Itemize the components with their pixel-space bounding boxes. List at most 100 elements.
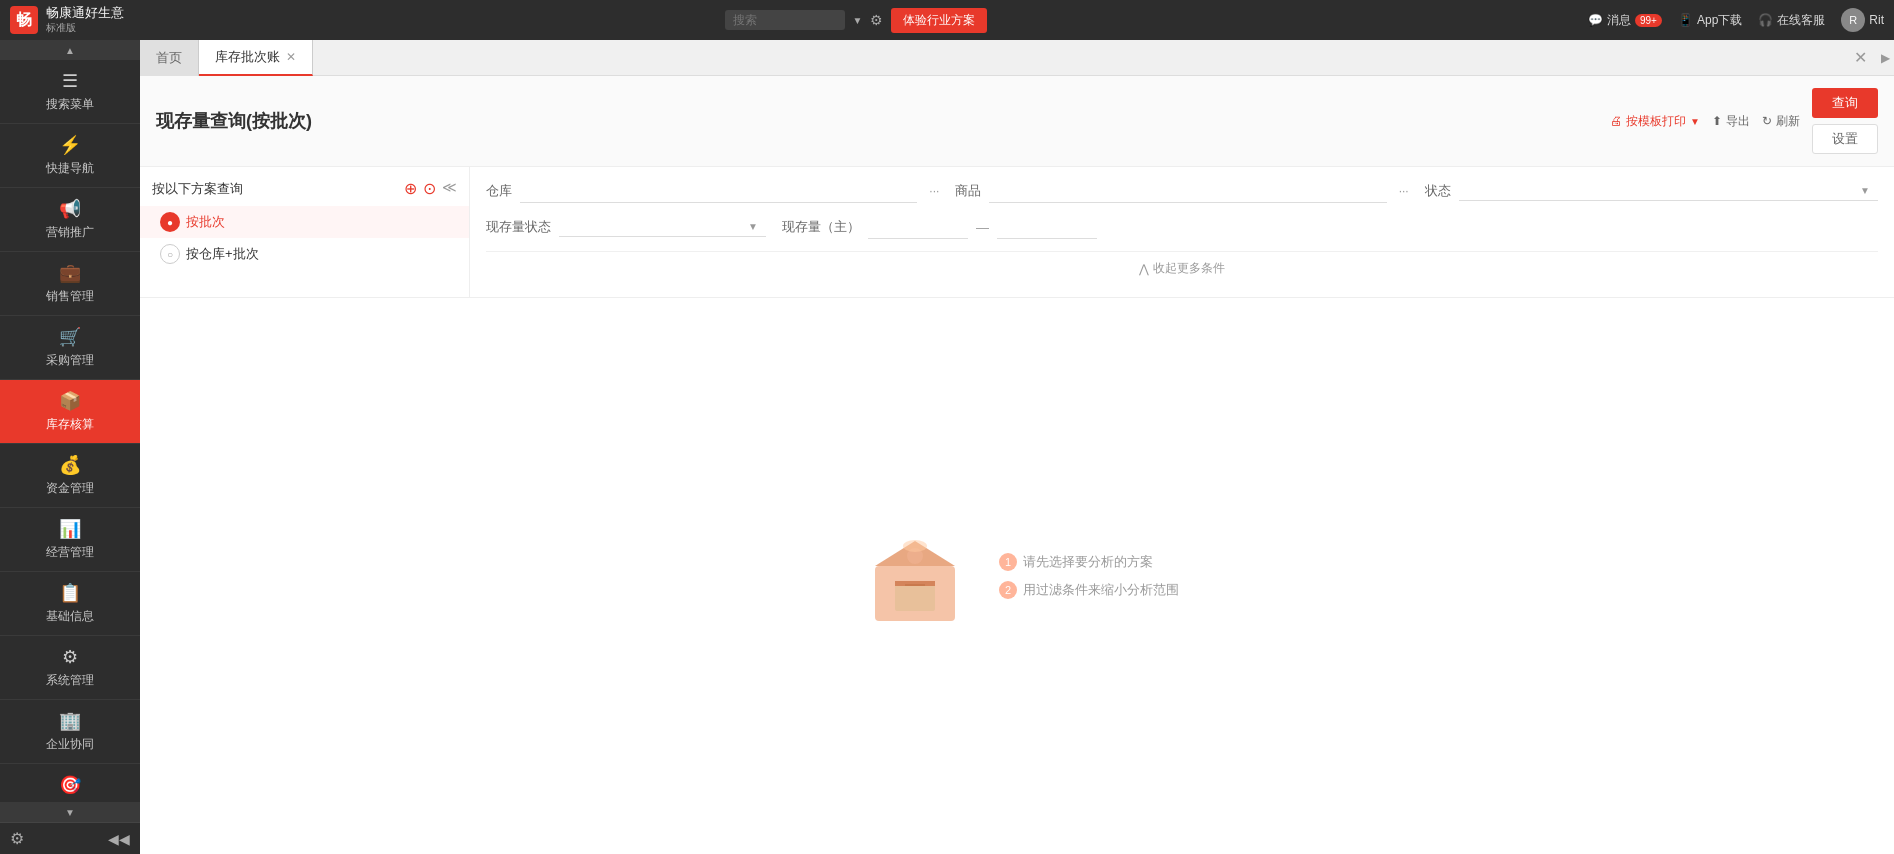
tip-2-text: 用过滤条件来缩小分析范围 (1023, 581, 1179, 599)
warehouse-more-icon[interactable]: ··· (929, 184, 939, 198)
sidebar-item-inventory-label: 库存核算 (46, 416, 94, 433)
tab-panel-close-button[interactable]: ✕ (1844, 48, 1877, 67)
filter-plan-by-warehouse-batch[interactable]: ○ 按仓库+批次 (140, 238, 469, 270)
stock-status-select-wrapper[interactable]: ▼ (559, 217, 766, 237)
tab-bar: 首页 库存批次账 ✕ ✕ ▶ (140, 40, 1894, 76)
page-header: 现存量查询(按批次) 🖨 按模板打印 ▼ ⬆ 导出 ↻ 刷新 (140, 76, 1894, 167)
stock-qty-dash: — (976, 220, 989, 235)
empty-tip-2: 2 用过滤条件来缩小分析范围 (999, 581, 1179, 599)
print-dropdown-arrow[interactable]: ▼ (1690, 116, 1700, 127)
messages-button[interactable]: 💬 消息 99+ (1588, 12, 1662, 29)
headset-icon: 🎧 (1758, 13, 1773, 27)
warehouse-input[interactable] (520, 179, 917, 203)
search-dropdown-arrow[interactable]: ▼ (853, 15, 863, 26)
collapse-plans-icon[interactable]: ≪ (442, 179, 457, 198)
settings-footer-icon[interactable]: ⚙ (10, 829, 24, 848)
trial-button[interactable]: 体验行业方案 (891, 8, 987, 33)
settings-plan-icon[interactable]: ⊙ (423, 179, 436, 198)
sidebar-item-purchase-label: 采购管理 (46, 352, 94, 369)
tab-batch-account[interactable]: 库存批次账 ✕ (199, 40, 313, 76)
app-title: 畅康通好生意 (46, 5, 124, 21)
user-name: Rit (1869, 13, 1884, 27)
download-icon: 📱 (1678, 13, 1693, 27)
page-title: 现存量查询(按批次) (156, 109, 312, 133)
app-subtitle: 标准版 (46, 21, 124, 35)
product-more-icon[interactable]: ··· (1399, 184, 1409, 198)
purchase-icon: 🛒 (59, 326, 81, 348)
app-logo: 畅 (10, 6, 38, 34)
home-tab-label: 首页 (156, 49, 182, 67)
collapse-up-icon: ⋀ (1139, 262, 1149, 276)
guide-icon: 🎯 (59, 774, 81, 796)
sidebar-item-system[interactable]: ⚙ 系统管理 (0, 636, 140, 700)
export-button[interactable]: ⬆ 导出 (1712, 113, 1750, 130)
product-input[interactable] (989, 179, 1386, 203)
stock-qty-min-input[interactable] (868, 215, 968, 239)
empty-state: 1 请先选择要分析的方案 2 用过滤条件来缩小分析范围 (140, 298, 1894, 854)
sidebar-item-enterprise[interactable]: 🏢 企业协同 (0, 700, 140, 764)
sidebar-item-enterprise-label: 企业协同 (46, 736, 94, 753)
sidebar: ▲ ☰ 搜索菜单 ⚡ 快捷导航 📢 营销推广 💼 销售管理 🛒 采购管理 (0, 40, 140, 854)
top-bar: 畅 畅康通好生意 标准版 ▼ ⚙ 体验行业方案 💬 消息 99+ 📱 App下载… (0, 0, 1894, 40)
filter-group-product: 商品 ··· (955, 179, 1408, 203)
empty-tip-1: 1 请先选择要分析的方案 (999, 553, 1179, 571)
top-bar-right: 💬 消息 99+ 📱 App下载 🎧 在线客服 R Rit (1588, 8, 1884, 32)
sidebar-scroll-up[interactable]: ▲ (0, 40, 140, 60)
sidebar-item-guide[interactable]: 🎯 新手引导 (0, 764, 140, 802)
sidebar-item-purchase[interactable]: 🛒 采购管理 (0, 316, 140, 380)
marketing-icon: 📢 (59, 198, 81, 220)
top-bar-left: 畅 畅康通好生意 标准版 (10, 5, 124, 35)
collapse-sidebar-icon[interactable]: ◀◀ (108, 831, 130, 847)
status-select-wrapper[interactable]: ▼ (1459, 181, 1878, 201)
messages-label: 消息 (1607, 12, 1631, 29)
sidebar-item-finance-label: 资金管理 (46, 480, 94, 497)
sidebar-item-basics-label: 基础信息 (46, 608, 94, 625)
sidebar-item-operation-label: 经营管理 (46, 544, 94, 561)
online-service-button[interactable]: 🎧 在线客服 (1758, 12, 1825, 29)
sidebar-footer: ⚙ ◀◀ (0, 822, 140, 854)
svg-point-6 (903, 540, 927, 552)
sidebar-item-sales[interactable]: 💼 销售管理 (0, 252, 140, 316)
sidebar-item-quick-nav[interactable]: ⚡ 快捷导航 (0, 124, 140, 188)
empty-illustration (855, 526, 975, 626)
query-button[interactable]: 查询 (1812, 88, 1878, 118)
search-menu-icon: ☰ (62, 70, 78, 92)
sidebar-item-operation[interactable]: 📊 经营管理 (0, 508, 140, 572)
plan-batch-icon: ● (160, 212, 180, 232)
tab-home[interactable]: 首页 (140, 40, 199, 76)
collapse-more-conditions[interactable]: ⋀ 收起更多条件 (486, 251, 1878, 285)
filter-group-warehouse: 仓库 ··· (486, 179, 939, 203)
status-dropdown-arrow[interactable]: ▼ (1860, 185, 1870, 196)
svg-rect-5 (905, 584, 925, 586)
refresh-icon: ↻ (1762, 114, 1772, 128)
sidebar-item-finance[interactable]: 💰 资金管理 (0, 444, 140, 508)
add-plan-icon[interactable]: ⊕ (404, 179, 417, 198)
filter-plan-by-batch[interactable]: ● 按批次 (140, 206, 469, 238)
sidebar-item-system-label: 系统管理 (46, 672, 94, 689)
tab-close-icon[interactable]: ✕ (286, 50, 296, 64)
app-download-button[interactable]: 📱 App下载 (1678, 12, 1742, 29)
warehouse-label: 仓库 (486, 182, 512, 200)
app-download-label: App下载 (1697, 12, 1742, 29)
refresh-button[interactable]: ↻ 刷新 (1762, 113, 1800, 130)
sidebar-item-basics[interactable]: 📋 基础信息 (0, 572, 140, 636)
sidebar-item-inventory[interactable]: 📦 库存核算 (0, 380, 140, 444)
stock-status-dropdown-arrow[interactable]: ▼ (748, 221, 758, 232)
content-area: 首页 库存批次账 ✕ ✕ ▶ 现存量查询(按批次) 🖨 按模板打印 ▼ (140, 40, 1894, 854)
plan-warehouse-batch-icon: ○ (160, 244, 180, 264)
print-button[interactable]: 🖨 按模板打印 ▼ (1610, 113, 1700, 130)
settings-button[interactable]: 设置 (1812, 124, 1878, 154)
sidebar-item-search[interactable]: ☰ 搜索菜单 (0, 60, 140, 124)
stock-qty-max-input[interactable] (997, 215, 1097, 239)
tab-panel-arrow[interactable]: ▶ (1877, 51, 1894, 65)
filter-left-header: 按以下方案查询 ⊕ ⊙ ≪ (140, 179, 469, 206)
search-input[interactable] (725, 10, 845, 30)
gear-icon[interactable]: ⚙ (870, 12, 883, 28)
sidebar-scroll-down[interactable]: ▼ (0, 802, 140, 822)
user-avatar[interactable]: R Rit (1841, 8, 1884, 32)
message-icon: 💬 (1588, 13, 1603, 27)
messages-badge: 99+ (1635, 14, 1662, 27)
sidebar-item-marketing[interactable]: 📢 营销推广 (0, 188, 140, 252)
filter-right-panel: 仓库 ··· 商品 ··· 状态 (470, 167, 1894, 297)
main-layout: ▲ ☰ 搜索菜单 ⚡ 快捷导航 📢 营销推广 💼 销售管理 🛒 采购管理 (0, 40, 1894, 854)
